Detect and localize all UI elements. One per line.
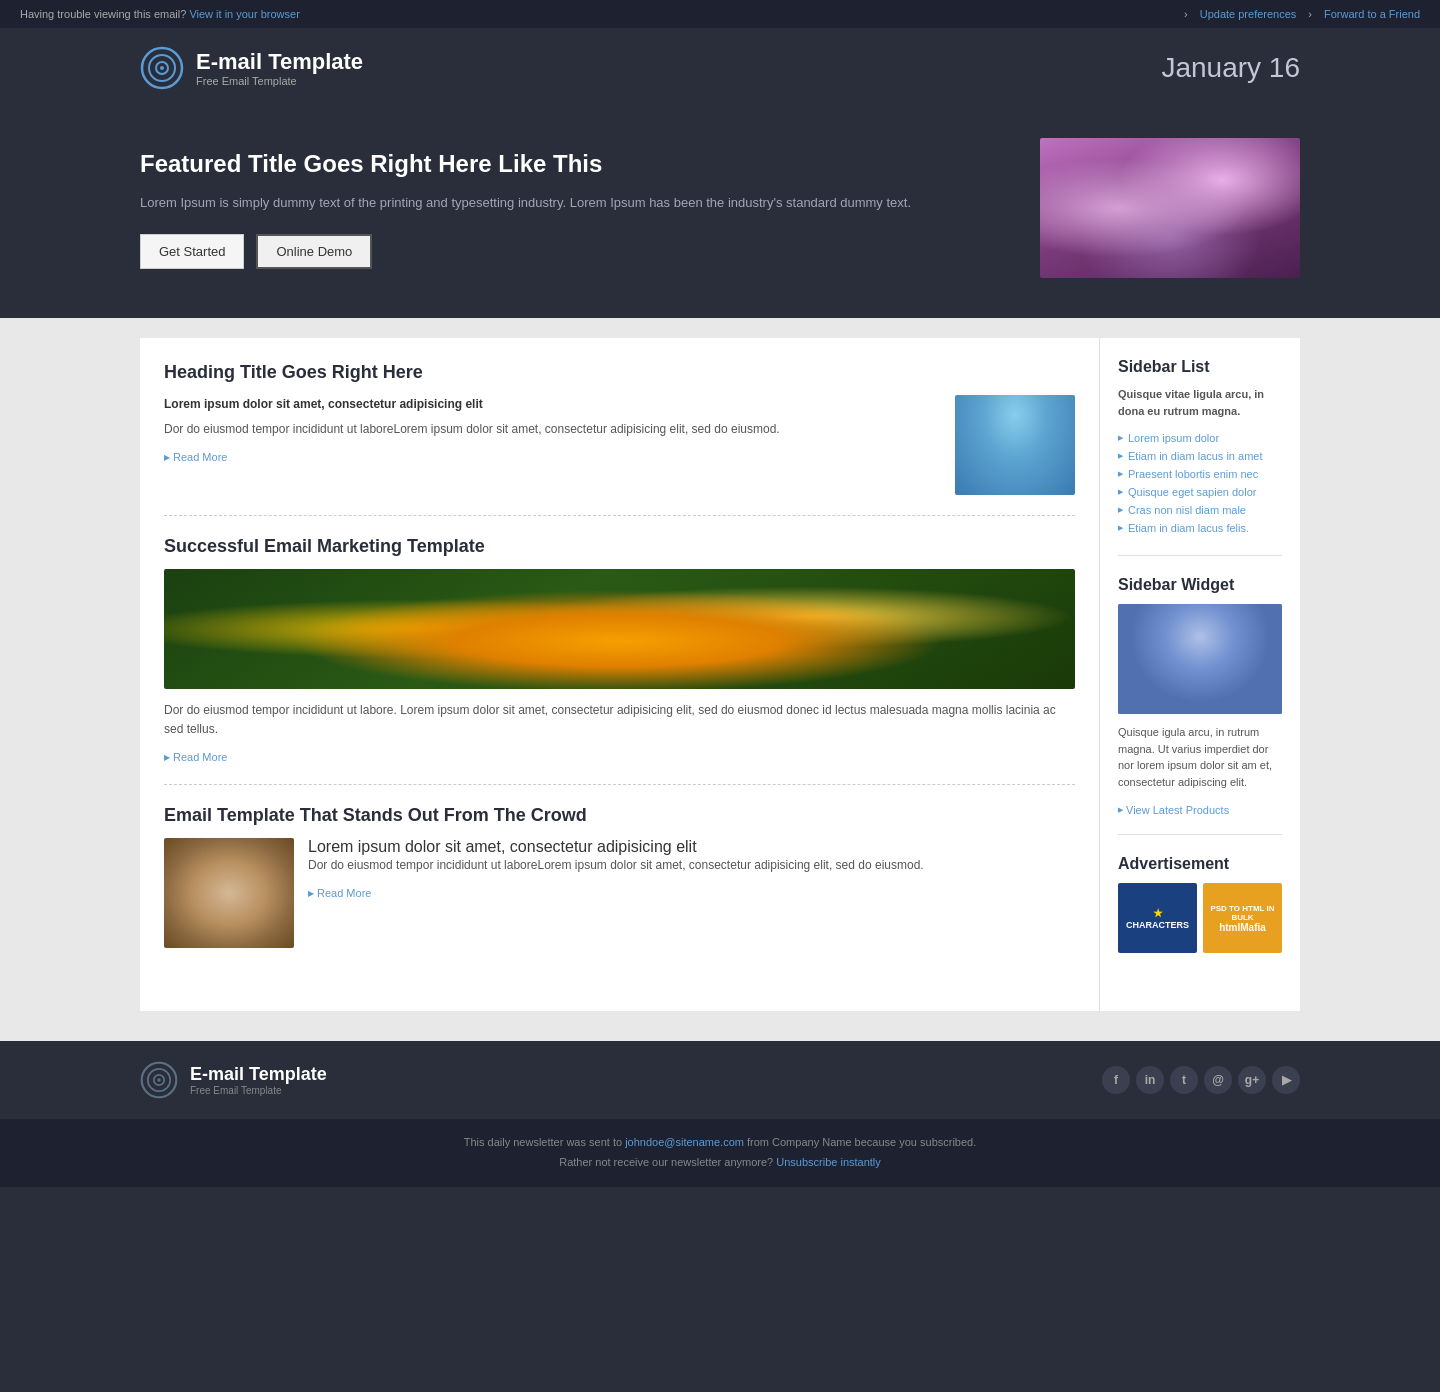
main-column: Heading Title Goes Right Here Lorem ipsu… — [140, 338, 1100, 1011]
email-icon[interactable]: @ — [1204, 1066, 1232, 1094]
article-1-image — [955, 395, 1075, 495]
hero-section: Featured Title Goes Right Here Like This… — [0, 108, 1440, 318]
sidebar-list-item[interactable]: Praesent lobortis enim nec — [1118, 465, 1282, 483]
view-products-link[interactable]: View Latest Products — [1118, 804, 1229, 816]
sidebar-list-item[interactable]: Etiam in diam lacus felis. — [1118, 519, 1282, 537]
sidebar-list: Lorem ipsum dolor Etiam in diam lacus in… — [1118, 429, 1282, 537]
header-date: January 16 — [1161, 52, 1300, 84]
logo-icon — [140, 46, 184, 90]
bottom-text3: Rather not receive our newsletter anymor… — [559, 1156, 773, 1168]
article-1-bold: Lorem ipsum dolor sit amet, consectetur … — [164, 395, 939, 414]
logo-sub: Free Email Template — [196, 75, 363, 87]
footer-logo-icon — [140, 1061, 178, 1099]
social-icons: f in t @ g+ ▶ — [1102, 1066, 1300, 1094]
ad-html[interactable]: PSD TO HTML IN BULK htmlMafia — [1203, 883, 1282, 953]
view-browser-link[interactable]: View it in your browser — [189, 8, 299, 20]
logo-name: E-mail Template — [196, 49, 363, 75]
sidebar-list-section: Sidebar List Quisque vitae ligula arcu, … — [1118, 358, 1282, 556]
article-3-read-more[interactable]: Read More — [308, 887, 371, 899]
article-1-text: Lorem ipsum dolor sit amet, consectetur … — [164, 395, 939, 464]
ad-vector-text: CHARACTERS — [1126, 920, 1189, 930]
main-wrapper: Heading Title Goes Right Here Lorem ipsu… — [0, 318, 1440, 1041]
article-2-title: Successful Email Marketing Template — [164, 536, 1075, 557]
bottom-email[interactable]: johndoe@sitename.com — [625, 1136, 744, 1148]
update-prefs-link[interactable]: Update preferences — [1200, 8, 1297, 20]
hero-buttons: Get Started Online Demo — [140, 234, 1000, 269]
hero-image — [1040, 138, 1300, 278]
article-3-title: Email Template That Stands Out From The … — [164, 805, 1075, 826]
sidebar-list-item[interactable]: Etiam in diam lacus in amet — [1118, 447, 1282, 465]
ad-row: ★ CHARACTERS PSD TO HTML IN BULK htmlMaf… — [1118, 883, 1282, 953]
bottom-text2: from Company Name because you subscribed… — [747, 1136, 976, 1148]
online-demo-button[interactable]: Online Demo — [256, 234, 372, 269]
shell-image — [164, 838, 294, 948]
article-1-body: Dor do eiusmod tempor incididunt ut labo… — [164, 420, 939, 439]
footer: E-mail Template Free Email Template f in… — [0, 1041, 1440, 1119]
article-2-body: Dor do eiusmod tempor incididunt ut labo… — [164, 701, 1075, 739]
sidebar-ad-title: Advertisement — [1118, 855, 1282, 873]
ad-vector[interactable]: ★ CHARACTERS — [1118, 883, 1197, 953]
trouble-text: Having trouble viewing this email? — [20, 8, 186, 20]
youtube-icon[interactable]: ▶ — [1272, 1066, 1300, 1094]
googleplus-icon[interactable]: g+ — [1238, 1066, 1266, 1094]
footer-logo-name: E-mail Template — [190, 1064, 327, 1085]
article-3-bold: Lorem ipsum dolor sit amet, consectetur … — [308, 838, 1075, 856]
get-started-button[interactable]: Get Started — [140, 234, 244, 269]
unsubscribe-link[interactable]: Unsubscribe instantly — [776, 1156, 881, 1168]
hero-body: Lorem Ipsum is simply dummy text of the … — [140, 193, 1000, 214]
article-3-text: Lorem ipsum dolor sit amet, consectetur … — [308, 838, 1075, 900]
footer-logo-text: E-mail Template Free Email Template — [190, 1064, 327, 1096]
logo-text: E-mail Template Free Email Template — [196, 49, 363, 87]
sidebar: Sidebar List Quisque vitae ligula arcu, … — [1100, 338, 1300, 1011]
ad-html-line1: PSD TO HTML IN BULK — [1203, 904, 1282, 922]
sidebar-widget-text: Quisque igula arcu, in rutrum magna. Ut … — [1118, 724, 1282, 790]
footer-logo-sub: Free Email Template — [190, 1085, 327, 1096]
logo-area: E-mail Template Free Email Template — [140, 46, 363, 90]
sidebar-widget-title: Sidebar Widget — [1118, 576, 1282, 594]
iris-image — [1118, 604, 1282, 714]
linkedin-icon[interactable]: in — [1136, 1066, 1164, 1094]
flower-image — [164, 569, 1075, 689]
svg-point-3 — [160, 66, 164, 70]
sidebar-list-desc: Quisque vitae ligula arcu, in dona eu ru… — [1118, 386, 1282, 419]
article-1: Heading Title Goes Right Here Lorem ipsu… — [164, 362, 1075, 516]
sidebar-ad-section: Advertisement ★ CHARACTERS PSD TO HTML I… — [1118, 855, 1282, 971]
sidebar-list-title: Sidebar List — [1118, 358, 1282, 376]
article-2: Successful Email Marketing Template Dor … — [164, 536, 1075, 785]
article-3: Email Template That Stands Out From The … — [164, 805, 1075, 968]
sidebar-list-item[interactable]: Cras non nisl diam male — [1118, 501, 1282, 519]
bird-image — [955, 395, 1075, 495]
hero-image-flowers — [1040, 138, 1300, 278]
sidebar-widget-section: Sidebar Widget Quisque igula arcu, in ru… — [1118, 576, 1282, 835]
content-container: Heading Title Goes Right Here Lorem ipsu… — [140, 338, 1300, 1011]
article-3-row: Lorem ipsum dolor sit amet, consectetur … — [164, 838, 1075, 948]
article-1-read-more[interactable]: Read More — [164, 451, 227, 463]
sidebar-list-item[interactable]: Lorem ipsum dolor — [1118, 429, 1282, 447]
header: E-mail Template Free Email Template Janu… — [0, 28, 1440, 108]
sidebar-list-item[interactable]: Quisque eget sapien dolor — [1118, 483, 1282, 501]
article-3-body: Dor do eiusmod tempor incididunt ut labo… — [308, 856, 1075, 875]
facebook-icon[interactable]: f — [1102, 1066, 1130, 1094]
article-1-title: Heading Title Goes Right Here — [164, 362, 1075, 383]
article-2-read-more[interactable]: Read More — [164, 751, 227, 763]
footer-logo-area: E-mail Template Free Email Template — [140, 1061, 327, 1099]
top-bar-right: › Update preferences › Forward to a Frie… — [1184, 8, 1420, 20]
sidebar-widget-image — [1118, 604, 1282, 714]
forward-friend-link[interactable]: Forward to a Friend — [1324, 8, 1420, 20]
top-bar-left: Having trouble viewing this email? View … — [20, 8, 300, 20]
hero-title: Featured Title Goes Right Here Like This — [140, 148, 1000, 179]
top-bar: Having trouble viewing this email? View … — [0, 0, 1440, 28]
bottom-bar: This daily newsletter was sent to johndo… — [0, 1119, 1440, 1187]
article-2-image — [164, 569, 1075, 689]
twitter-icon[interactable]: t — [1170, 1066, 1198, 1094]
svg-point-7 — [157, 1078, 160, 1081]
bottom-text: This daily newsletter was sent to — [464, 1136, 622, 1148]
hero-content: Featured Title Goes Right Here Like This… — [140, 138, 1000, 269]
article-1-row: Lorem ipsum dolor sit amet, consectetur … — [164, 395, 1075, 495]
ad-html-line2: htmlMafia — [1219, 922, 1266, 933]
